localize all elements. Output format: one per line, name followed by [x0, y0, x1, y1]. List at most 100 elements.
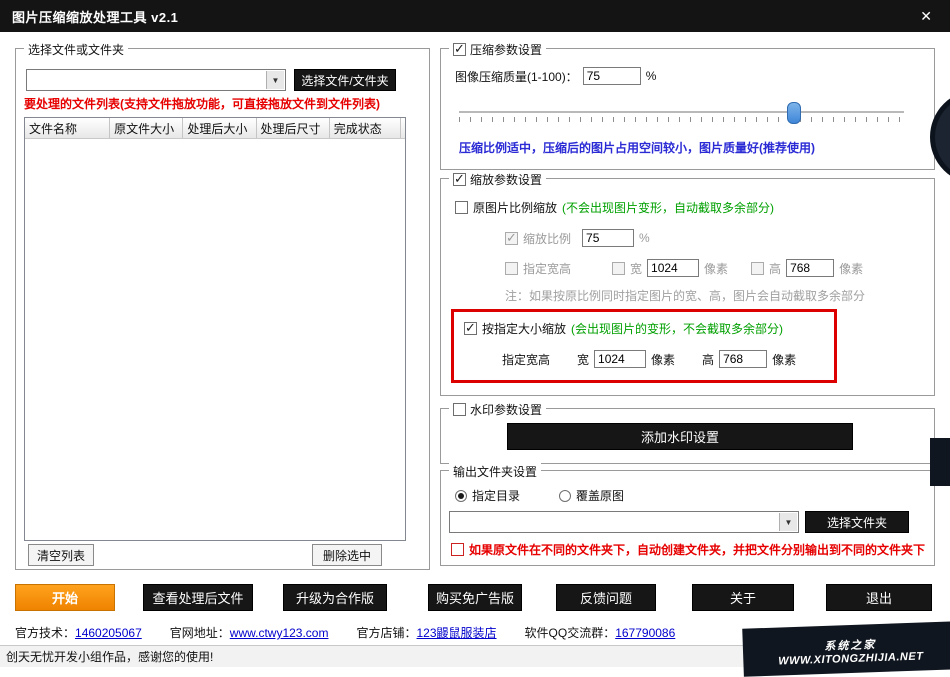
height-px-label: 像素	[839, 260, 863, 277]
column-header-filler	[401, 118, 405, 138]
ratio-input[interactable]	[582, 229, 634, 247]
keep-ratio-checkbox[interactable]	[455, 201, 468, 214]
tech-link[interactable]: 1460205067	[75, 626, 142, 640]
upgrade-button[interactable]: 升级为合作版	[283, 584, 387, 611]
fixed-width-label: 宽	[577, 351, 589, 368]
quality-slider[interactable]	[459, 101, 904, 129]
height-checkbox[interactable]	[751, 262, 764, 275]
ratio-checkbox[interactable]	[505, 232, 518, 245]
footer-links: 官方技术：1460205067 官网地址：www.ctwy123.com 官方店…	[15, 624, 703, 641]
width-label: 宽	[630, 260, 642, 277]
width-input[interactable]	[647, 259, 699, 277]
column-header-newsize[interactable]: 处理后大小	[183, 118, 256, 138]
fixed-width-px-label: 像素	[651, 351, 675, 368]
watermark-strip	[930, 438, 950, 486]
fixed-height-input[interactable]	[719, 350, 767, 368]
fixed-size-note: (会出现图片的变形，不会截取多余部分)	[571, 320, 783, 337]
quality-input[interactable]	[583, 67, 641, 85]
output-dir-radio[interactable]	[455, 490, 467, 502]
file-path-input[interactable]	[27, 70, 269, 90]
file-list-table[interactable]: 文件名称 原文件大小 处理后大小 处理后尺寸 完成状态	[24, 117, 406, 541]
column-header-filename[interactable]: 文件名称	[25, 118, 110, 138]
file-list-body[interactable]	[25, 139, 405, 541]
watermark-group-title: 水印参数设置	[470, 401, 542, 418]
main-area: 选择文件或文件夹 ▼ 选择文件/文件夹 要处理的文件列表(支持文件拖放功能，可直…	[0, 32, 950, 645]
watermark-group: 水印参数设置 添加水印设置	[440, 408, 935, 464]
ratio-percent-label: %	[639, 231, 650, 245]
column-header-status[interactable]: 完成状态	[330, 118, 401, 138]
keep-ratio-label: 原图片比例缩放	[473, 199, 557, 216]
start-button[interactable]: 开始	[15, 584, 115, 611]
watermark-name: 系统之家	[824, 636, 877, 654]
width-px-label: 像素	[704, 260, 728, 277]
output-note: 如果原文件在不同的文件夹下，自动创建文件夹，并把文件分别输出到不同的文件夹下	[469, 541, 925, 558]
titlebar: 图片压缩缩放处理工具 v2.1 ✕	[0, 0, 950, 32]
shop-link[interactable]: 123鼹鼠服装店	[417, 626, 497, 640]
output-dir-label: 指定目录	[472, 487, 520, 504]
scale-group: 缩放参数设置 原图片比例缩放 (不会出现图片变形，自动截取多余部分) 缩放比例 …	[440, 178, 935, 396]
window-title: 图片压缩缩放处理工具 v2.1	[12, 7, 178, 26]
wh-label: 指定宽高	[523, 260, 571, 277]
fixed-width-input[interactable]	[594, 350, 646, 368]
buy-ad-free-button[interactable]: 购买免广告版	[428, 584, 522, 611]
site-label: 官网地址：	[170, 626, 230, 640]
wh-checkbox[interactable]	[505, 262, 518, 275]
scale-enable-checkbox[interactable]	[453, 173, 466, 186]
shop-label: 官方店铺：	[356, 626, 416, 640]
column-header-origsize[interactable]: 原文件大小	[110, 118, 183, 138]
delete-selected-button[interactable]: 删除选中	[312, 544, 382, 566]
fixed-size-highlight-box: 按指定大小缩放 (会出现图片的变形，不会截取多余部分) 指定宽高 宽 像素 高 …	[451, 309, 837, 383]
file-list-header: 文件名称 原文件大小 处理后大小 处理后尺寸 完成状态	[25, 118, 405, 139]
quality-slider-ticks	[459, 117, 904, 122]
compress-group-title: 压缩参数设置	[470, 41, 542, 58]
add-watermark-button[interactable]: 添加水印设置	[507, 423, 853, 450]
view-processed-button[interactable]: 查看处理后文件	[143, 584, 253, 611]
fixed-wh-label: 指定宽高	[502, 351, 550, 368]
qq-link[interactable]: 167790086	[615, 626, 675, 640]
file-select-group-title: 选择文件或文件夹	[28, 41, 124, 58]
file-list-hint: 要处理的文件列表(支持文件拖放功能，可直接拖放文件到文件列表)	[24, 95, 380, 112]
watermark-site-url: WWW.XITONGZHIJIA.NET	[778, 650, 924, 667]
file-path-dropdown-icon[interactable]: ▼	[266, 71, 284, 89]
height-label: 高	[769, 260, 781, 277]
about-button[interactable]: 关于	[692, 584, 794, 611]
height-input[interactable]	[786, 259, 834, 277]
ratio-label: 缩放比例	[523, 230, 571, 247]
output-group-title: 输出文件夹设置	[453, 463, 537, 480]
compress-group: 压缩参数设置 图像压缩质量(1-100)： % 压缩比例适中，压缩后的图片占用空…	[440, 48, 935, 170]
quality-slider-track[interactable]	[459, 111, 904, 113]
output-folder-combobox[interactable]: ▼	[449, 511, 799, 533]
width-checkbox[interactable]	[612, 262, 625, 275]
select-files-button[interactable]: 选择文件/文件夹	[294, 69, 396, 91]
site-link[interactable]: www.ctwy123.com	[230, 626, 329, 640]
watermark-ribbon: 系统之家 WWW.XITONGZHIJIA.NET	[742, 621, 950, 676]
output-group: 输出文件夹设置 指定目录 覆盖原图 ▼ 选择文件夹 如果原文件在不同的文件夹下，…	[440, 470, 935, 566]
compress-enable-checkbox[interactable]	[453, 43, 466, 56]
tech-label: 官方技术：	[15, 626, 75, 640]
scale-note: 注：如果按原比例同时指定图片的宽、高，图片会自动截取多余部分	[505, 287, 865, 304]
quality-label: 图像压缩质量(1-100)：	[455, 68, 578, 85]
fixed-height-label: 高	[702, 351, 714, 368]
column-header-newdim[interactable]: 处理后尺寸	[257, 118, 330, 138]
quality-percent-label: %	[646, 69, 657, 83]
file-path-combobox[interactable]: ▼	[26, 69, 286, 91]
watermark-enable-checkbox[interactable]	[453, 403, 466, 416]
keep-ratio-note: (不会出现图片变形，自动截取多余部分)	[562, 199, 774, 216]
qq-label: 软件QQ交流群：	[525, 626, 616, 640]
feedback-button[interactable]: 反馈问题	[556, 584, 656, 611]
output-folder-input[interactable]	[450, 512, 782, 532]
output-folder-dropdown-icon[interactable]: ▼	[779, 513, 797, 531]
clear-list-button[interactable]: 清空列表	[28, 544, 94, 566]
fixed-size-label: 按指定大小缩放	[482, 320, 566, 337]
exit-button[interactable]: 退出	[826, 584, 932, 611]
status-text: 创天无忧开发小组作品，感谢您的使用!	[6, 648, 213, 665]
select-folder-button[interactable]: 选择文件夹	[805, 511, 909, 533]
fixed-size-checkbox[interactable]	[464, 322, 477, 335]
scale-group-title: 缩放参数设置	[470, 171, 542, 188]
file-select-group: 选择文件或文件夹 ▼ 选择文件/文件夹 要处理的文件列表(支持文件拖放功能，可直…	[15, 48, 430, 570]
overwrite-radio[interactable]	[559, 490, 571, 502]
compress-note: 压缩比例适中，压缩后的图片占用空间较小，图片质量好(推荐使用)	[459, 139, 815, 156]
quality-slider-handle[interactable]	[787, 102, 801, 124]
auto-create-folder-checkbox[interactable]	[451, 543, 464, 556]
close-icon[interactable]: ✕	[914, 6, 938, 27]
